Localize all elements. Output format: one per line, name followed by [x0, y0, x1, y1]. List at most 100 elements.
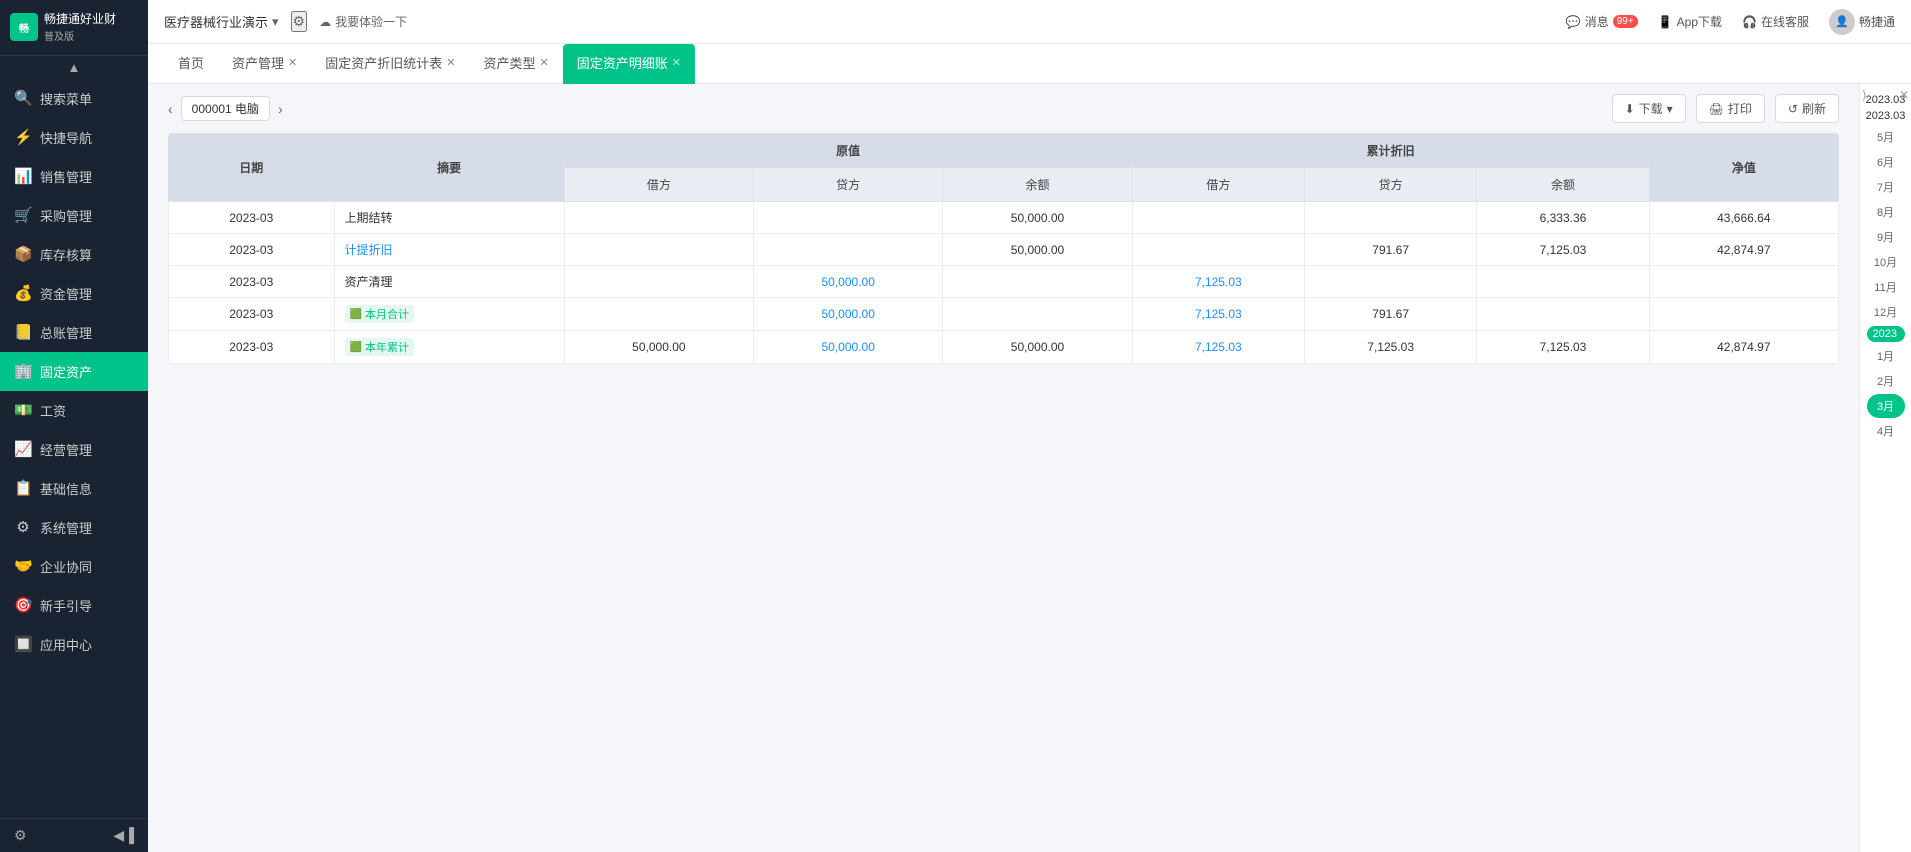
tab-close-depreciation_stat[interactable]: ✕	[446, 56, 455, 69]
row-yz-credit-3: 50,000.00	[754, 298, 943, 331]
row-lj-credit-3: 791.67	[1304, 298, 1476, 331]
sidebar-item-guide[interactable]: 🎯 新手引导	[0, 586, 148, 625]
timeline-month-after-2月[interactable]: 2月	[1867, 369, 1905, 393]
sidebar-item-search[interactable]: 🔍 搜索菜单	[0, 79, 148, 118]
sidebar-item-inventory[interactable]: 📦 库存核算	[0, 235, 148, 274]
asset-tag: 000001 电脑	[181, 96, 270, 121]
timeline-month-after-4月[interactable]: 4月	[1867, 419, 1905, 443]
inventory-icon: 📦	[14, 245, 32, 263]
sidebar-item-basic_info[interactable]: 📋 基础信息	[0, 469, 148, 508]
tab-close-asset_detail[interactable]: ✕	[672, 56, 681, 69]
tab-label-asset_mgmt: 资产管理	[232, 53, 284, 72]
sidebar-item-fixed_assets[interactable]: 🏢 固定资产	[0, 352, 148, 391]
tab-asset_mgmt[interactable]: 资产管理 ✕	[218, 44, 311, 84]
timeline-year-2023[interactable]: 2023	[1867, 326, 1905, 342]
sidebar-label-basic_info: 基础信息	[40, 479, 92, 498]
tab-close-asset_mgmt[interactable]: ✕	[288, 56, 297, 69]
row-yz-debit-2	[564, 266, 753, 298]
row-lj-debit-3: 7,125.03	[1132, 298, 1304, 331]
settings-button[interactable]: ⚙	[14, 827, 27, 844]
timeline-month-7月[interactable]: 7月	[1867, 175, 1905, 199]
timeline-month-12月[interactable]: 12月	[1867, 300, 1905, 324]
topbar-gear-button[interactable]: ⚙	[291, 11, 308, 32]
timeline-month-after-1月[interactable]: 1月	[1867, 344, 1905, 368]
row-summary-2: 资产清理	[334, 266, 564, 298]
app-download-label: App下载	[1677, 13, 1722, 30]
user-avatar: 👤	[1829, 9, 1855, 35]
row-lj-debit-0	[1132, 202, 1304, 234]
tab-close-asset_type[interactable]: ✕	[540, 56, 549, 69]
timeline-month-11月[interactable]: 11月	[1867, 275, 1905, 299]
sidebar-item-payroll[interactable]: 💵 工资	[0, 391, 148, 430]
sidebar-scroll-up[interactable]: ▲	[0, 56, 148, 79]
refresh-button[interactable]: ↺ 刷新	[1775, 94, 1839, 123]
experience-button[interactable]: ☁ 我要体验一下	[319, 13, 407, 30]
timeline-month-9月[interactable]: 9月	[1867, 225, 1905, 249]
messages-icon: 💬	[1566, 15, 1581, 29]
sidebar-item-quick_nav[interactable]: ⚡ 快捷导航	[0, 118, 148, 157]
sidebar-item-collab[interactable]: 🤝 企业协同	[0, 547, 148, 586]
tab-label-asset_detail: 固定资产明细账	[577, 53, 668, 72]
refresh-icon: ↺	[1788, 102, 1798, 116]
timeline-expand-button[interactable]: ⟩	[1862, 88, 1867, 102]
sidebar-item-ledger[interactable]: 📒 总账管理	[0, 313, 148, 352]
row-lj-balance-2	[1477, 266, 1649, 298]
timeline-top-date-2: 2023.03	[1864, 108, 1908, 124]
row-date-1: 2023-03	[169, 234, 335, 266]
table-row: 2023-03 🟩本年累计 50,000.00 50,000.00 50,000…	[169, 331, 1839, 364]
sidebar-item-app_center[interactable]: 🔲 应用中心	[0, 625, 148, 664]
summary-link-1[interactable]: 计提折旧	[345, 243, 393, 257]
col-yz-debit: 借方	[564, 168, 753, 202]
sidebar-label-ledger: 总账管理	[40, 323, 92, 342]
row-lj-balance-3	[1477, 298, 1649, 331]
sidebar-label-collab: 企业协同	[40, 557, 92, 576]
sidebar-label-purchase: 采购管理	[40, 206, 92, 225]
user-action[interactable]: 👤 畅捷通	[1829, 9, 1895, 35]
app-download-action[interactable]: 📱 App下载	[1658, 13, 1722, 30]
purchase-icon: 🛒	[14, 206, 32, 224]
app-title: 畅捷通好业财	[44, 12, 116, 28]
sidebar-item-system[interactable]: ⚙ 系统管理	[0, 508, 148, 547]
company-dropdown-icon[interactable]: ▾	[272, 14, 279, 30]
asset-navigator: ‹ 000001 电脑 ›	[168, 96, 283, 121]
timeline-month-8月[interactable]: 8月	[1867, 200, 1905, 224]
sidebar-item-purchase[interactable]: 🛒 采购管理	[0, 196, 148, 235]
sidebar-item-sales[interactable]: 📊 销售管理	[0, 157, 148, 196]
timeline-month-after-3月[interactable]: 3月	[1867, 394, 1905, 418]
print-icon: 🖨	[1709, 102, 1724, 116]
experience-label: 我要体验一下	[335, 13, 407, 30]
sidebar-item-finance[interactable]: 💰 资金管理	[0, 274, 148, 313]
download-icon: ⬇	[1625, 102, 1635, 116]
tab-depreciation_stat[interactable]: 固定资产折旧统计表 ✕	[311, 44, 469, 84]
row-date-3: 2023-03	[169, 298, 335, 331]
print-button[interactable]: 🖨 打印	[1696, 94, 1765, 123]
timeline-month-10月[interactable]: 10月	[1867, 250, 1905, 274]
tab-asset_type[interactable]: 资产类型 ✕	[469, 44, 562, 84]
row-lj-debit-2: 7,125.03	[1132, 266, 1304, 298]
online-service-action[interactable]: 🎧 在线客服	[1742, 13, 1809, 30]
collapse-button[interactable]: ◀▐	[113, 827, 134, 844]
print-label: 打印	[1728, 100, 1752, 117]
timeline-month-5月[interactable]: 5月	[1867, 125, 1905, 149]
guide-icon: 🎯	[14, 596, 32, 614]
tab-home[interactable]: 首页	[164, 44, 218, 84]
asset-prev-button[interactable]: ‹	[168, 101, 173, 117]
refresh-label: 刷新	[1802, 100, 1826, 117]
tab-asset_detail[interactable]: 固定资产明细账 ✕	[563, 44, 695, 84]
messages-action[interactable]: 💬 消息 99+	[1566, 13, 1638, 30]
row-yz-debit-3	[564, 298, 753, 331]
toolbar-actions: ⬇ 下载 ▾ 🖨 打印 ↺ 刷新	[1612, 94, 1839, 123]
app-edition: 普及版	[44, 28, 116, 43]
tab-label-asset_type: 资产类型	[483, 53, 535, 72]
col-accumulated-dep: 累计折旧	[1132, 134, 1649, 168]
timeline-month-6月[interactable]: 6月	[1867, 150, 1905, 174]
company-selector[interactable]: 医疗器械行业演示 ▾	[164, 12, 279, 31]
download-button[interactable]: ⬇ 下载 ▾	[1612, 94, 1686, 123]
sidebar-item-operations[interactable]: 📈 经营管理	[0, 430, 148, 469]
topbar-right: 💬 消息 99+ 📱 App下载 🎧 在线客服 👤 畅捷通	[1566, 9, 1895, 35]
sidebar-label-sales: 销售管理	[40, 167, 92, 186]
experience-icon: ☁	[319, 15, 331, 29]
asset-next-button[interactable]: ›	[278, 101, 283, 117]
timeline-close-button[interactable]: ✕	[1899, 88, 1909, 102]
messages-label: 消息	[1585, 13, 1609, 30]
